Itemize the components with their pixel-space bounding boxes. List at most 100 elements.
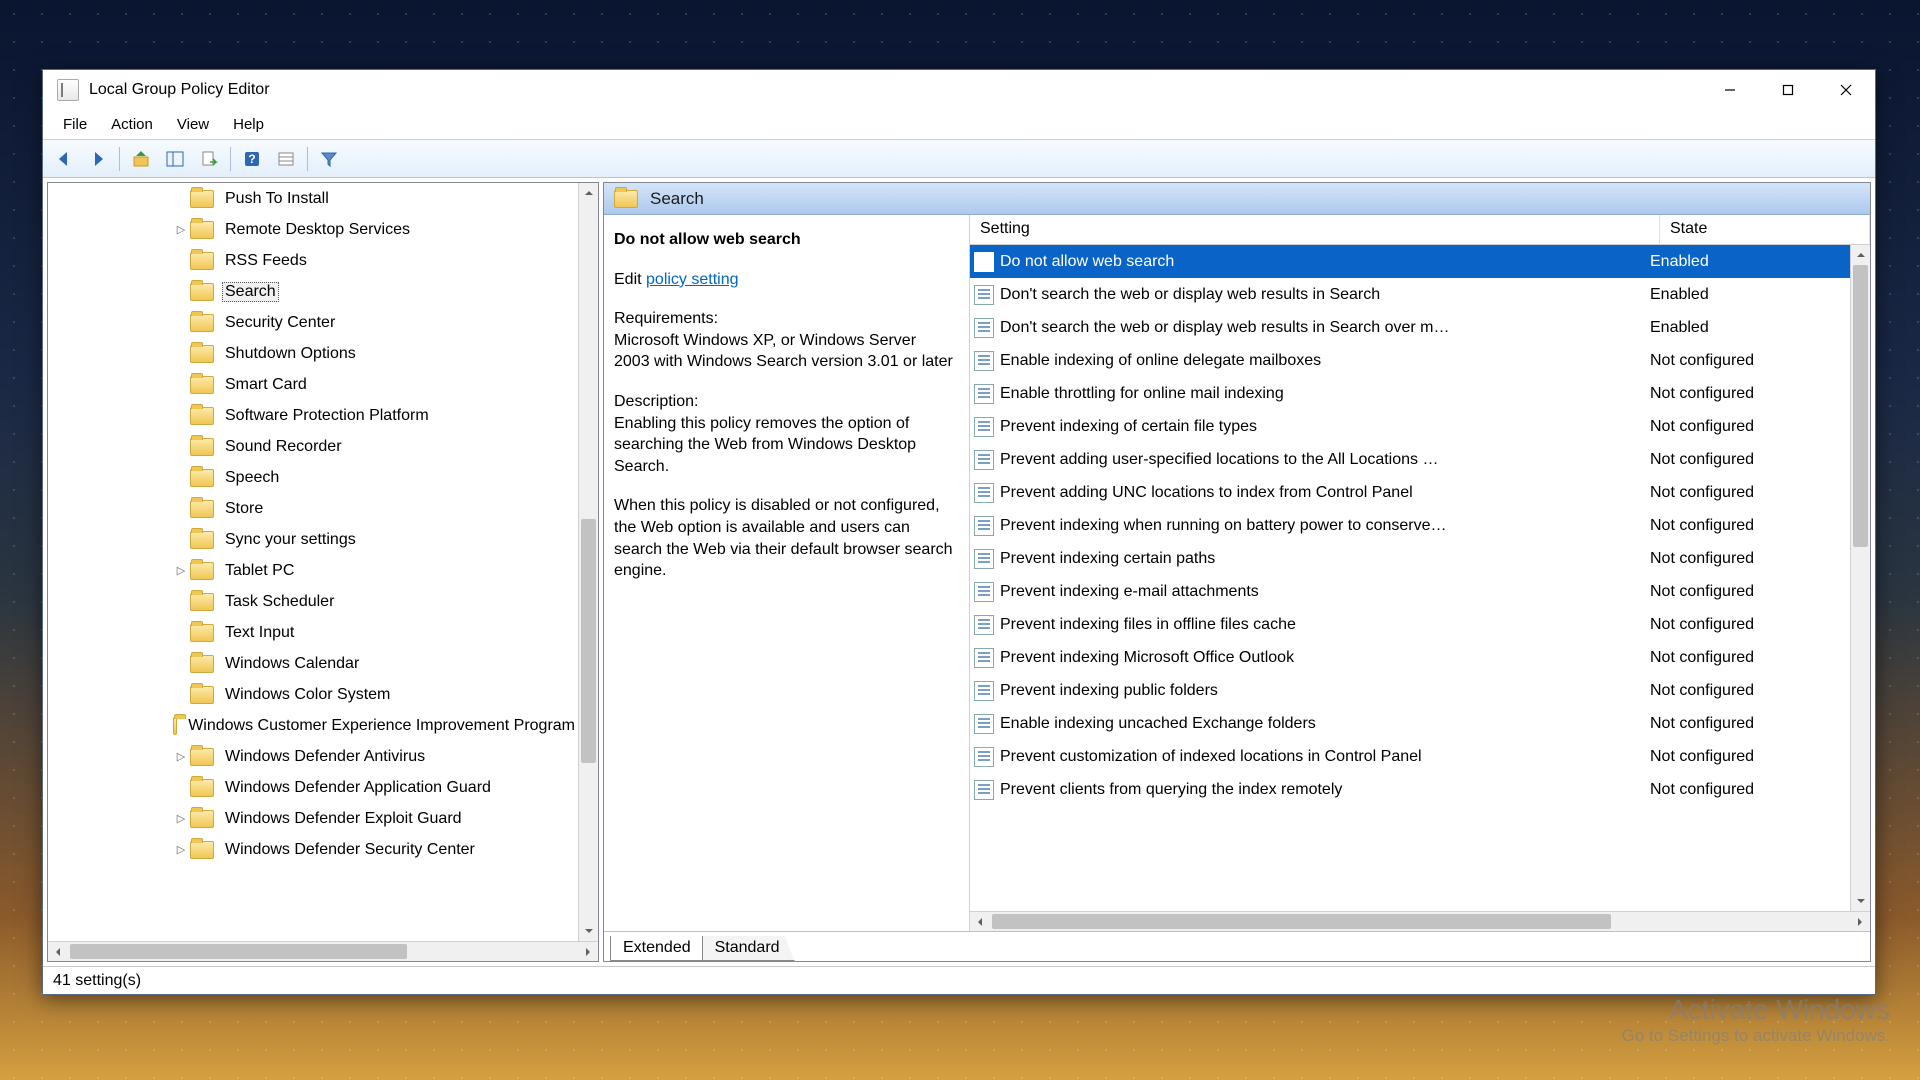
filter-button[interactable] <box>314 144 344 174</box>
forward-button[interactable] <box>83 144 113 174</box>
policy-icon <box>974 384 994 404</box>
folder-icon <box>190 624 214 642</box>
expand-icon[interactable]: ▷ <box>172 750 190 763</box>
setting-row[interactable]: Prevent indexing files in offline files … <box>970 608 1850 641</box>
tree-item[interactable]: Task Scheduler <box>48 586 578 617</box>
setting-row[interactable]: Don't search the web or display web resu… <box>970 278 1850 311</box>
setting-state: Not configured <box>1650 352 1850 370</box>
statusbar: 41 setting(s) <box>43 966 1875 994</box>
setting-name: Prevent indexing public folders <box>1000 682 1650 700</box>
status-text: 41 setting(s) <box>53 972 141 990</box>
tree-vscrollbar[interactable] <box>578 183 598 941</box>
close-button[interactable] <box>1817 70 1875 110</box>
setting-row[interactable]: Do not allow web searchEnabled <box>970 245 1850 278</box>
column-setting[interactable]: Setting <box>970 215 1660 244</box>
titlebar[interactable]: Local Group Policy Editor <box>43 70 1875 110</box>
tree-item[interactable]: Smart Card <box>48 369 578 400</box>
scroll-left-icon[interactable] <box>48 942 68 961</box>
tab-standard[interactable]: Standard <box>702 936 795 961</box>
setting-name: Don't search the web or display web resu… <box>1000 319 1650 337</box>
tree-scroll[interactable]: Push To Install▷Remote Desktop ServicesR… <box>48 183 578 941</box>
expand-icon[interactable]: ▷ <box>172 564 190 577</box>
settings-hscrollbar[interactable] <box>970 911 1870 931</box>
setting-name: Enable indexing uncached Exchange folder… <box>1000 715 1650 733</box>
export-list-button[interactable] <box>194 144 224 174</box>
menu-action[interactable]: Action <box>99 112 165 137</box>
scroll-down-icon[interactable] <box>579 921 598 941</box>
setting-row[interactable]: Enable indexing uncached Exchange folder… <box>970 707 1850 740</box>
tree-item[interactable]: Sound Recorder <box>48 431 578 462</box>
setting-name: Prevent clients from querying the index … <box>1000 781 1650 799</box>
setting-row[interactable]: Prevent customization of indexed locatio… <box>970 740 1850 773</box>
column-state[interactable]: State <box>1660 215 1870 244</box>
tree-item[interactable]: Windows Defender Application Guard <box>48 772 578 803</box>
tree-item[interactable]: Software Protection Platform <box>48 400 578 431</box>
details-pane: Search Do not allow web search Edit poli… <box>603 182 1871 962</box>
tree-item[interactable]: Shutdown Options <box>48 338 578 369</box>
tree-item[interactable]: RSS Feeds <box>48 245 578 276</box>
setting-row[interactable]: Prevent indexing public foldersNot confi… <box>970 674 1850 707</box>
minimize-button[interactable] <box>1701 70 1759 110</box>
menu-help[interactable]: Help <box>221 112 276 137</box>
properties-button[interactable] <box>271 144 301 174</box>
tree-item[interactable]: Windows Color System <box>48 679 578 710</box>
scroll-right-icon[interactable] <box>1850 912 1870 931</box>
setting-row[interactable]: Enable indexing of online delegate mailb… <box>970 344 1850 377</box>
tree-item[interactable]: Windows Customer Experience Improvement … <box>48 710 578 741</box>
menu-view[interactable]: View <box>165 112 221 137</box>
settings-list[interactable]: Do not allow web searchEnabledDon't sear… <box>970 245 1850 911</box>
expand-icon[interactable]: ▷ <box>172 843 190 856</box>
setting-row[interactable]: Prevent adding UNC locations to index fr… <box>970 476 1850 509</box>
tree-item[interactable]: ▷Windows Defender Antivirus <box>48 741 578 772</box>
tree-item[interactable]: ▷Windows Defender Exploit Guard <box>48 803 578 834</box>
edit-policy-link[interactable]: policy setting <box>646 271 739 288</box>
setting-row[interactable]: Enable throttling for online mail indexi… <box>970 377 1850 410</box>
tree-item[interactable]: Security Center <box>48 307 578 338</box>
tree-hscrollbar[interactable] <box>48 941 598 961</box>
help-button[interactable]: ? <box>237 144 267 174</box>
setting-row[interactable]: Prevent adding user-specified locations … <box>970 443 1850 476</box>
tree-item[interactable]: Windows Calendar <box>48 648 578 679</box>
gpedit-window: Local Group Policy Editor File Action Vi… <box>42 69 1876 995</box>
svg-text:?: ? <box>248 152 255 166</box>
scroll-up-icon[interactable] <box>1851 245 1870 265</box>
setting-row[interactable]: Prevent indexing e-mail attachmentsNot c… <box>970 575 1850 608</box>
tree-item[interactable]: Push To Install <box>48 183 578 214</box>
setting-row[interactable]: Prevent indexing Microsoft Office Outloo… <box>970 641 1850 674</box>
policy-icon <box>974 747 994 767</box>
setting-row[interactable]: Prevent clients from querying the index … <box>970 773 1850 806</box>
tree-item-label: Speech <box>222 468 282 488</box>
scroll-up-icon[interactable] <box>579 183 598 203</box>
tree-item[interactable]: Text Input <box>48 617 578 648</box>
show-hide-tree-button[interactable] <box>160 144 190 174</box>
expand-icon[interactable]: ▷ <box>172 223 190 236</box>
folder-icon <box>190 438 214 456</box>
up-button[interactable] <box>126 144 156 174</box>
tree-item[interactable]: ▷Remote Desktop Services <box>48 214 578 245</box>
tree-item[interactable]: Speech <box>48 462 578 493</box>
tree-item[interactable]: ▷Tablet PC <box>48 555 578 586</box>
tree-item[interactable]: Search <box>48 276 578 307</box>
setting-row[interactable]: Don't search the web or display web resu… <box>970 311 1850 344</box>
back-button[interactable] <box>49 144 79 174</box>
menu-file[interactable]: File <box>51 112 99 137</box>
settings-vscrollbar[interactable] <box>1850 245 1870 911</box>
tree-item[interactable]: ▷Windows Defender Security Center <box>48 834 578 865</box>
tab-extended[interactable]: Extended <box>610 936 706 961</box>
maximize-button[interactable] <box>1759 70 1817 110</box>
setting-state: Enabled <box>1650 286 1850 304</box>
policy-icon <box>974 582 994 602</box>
scroll-down-icon[interactable] <box>1851 891 1870 911</box>
description-text-1: Enabling this policy removes the option … <box>614 413 953 478</box>
policy-icon <box>974 648 994 668</box>
setting-row[interactable]: Prevent indexing when running on battery… <box>970 509 1850 542</box>
tree-item[interactable]: Sync your settings <box>48 524 578 555</box>
scroll-left-icon[interactable] <box>970 912 990 931</box>
scroll-right-icon[interactable] <box>578 942 598 961</box>
folder-icon <box>190 469 214 487</box>
setting-row[interactable]: Prevent indexing of certain file typesNo… <box>970 410 1850 443</box>
setting-row[interactable]: Prevent indexing certain pathsNot config… <box>970 542 1850 575</box>
expand-icon[interactable]: ▷ <box>172 812 190 825</box>
setting-state: Not configured <box>1650 418 1850 436</box>
tree-item[interactable]: Store <box>48 493 578 524</box>
